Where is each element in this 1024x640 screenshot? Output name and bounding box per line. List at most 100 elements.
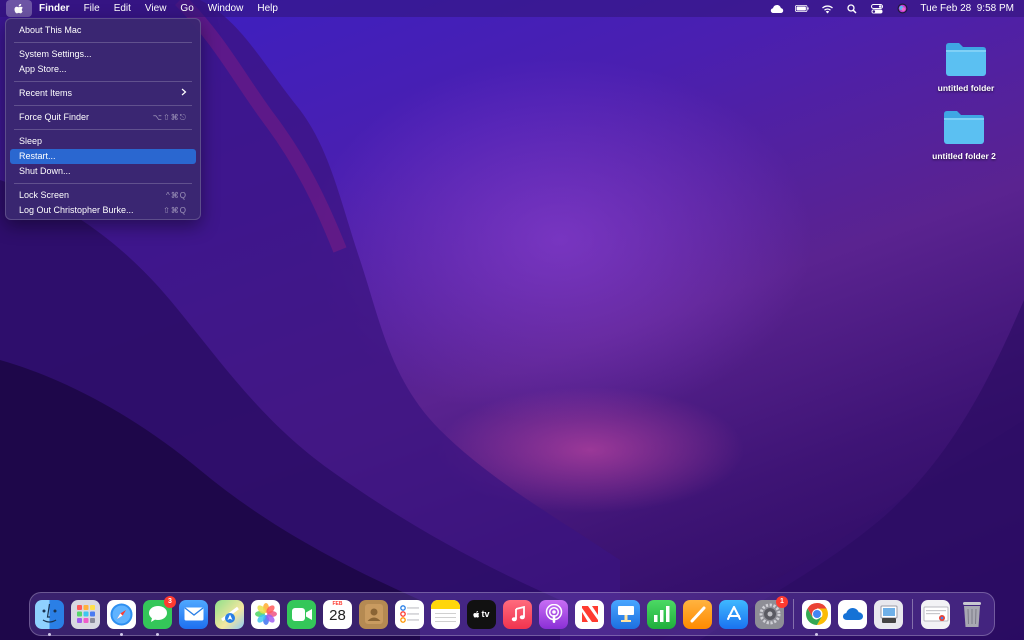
siri-icon[interactable] xyxy=(895,3,909,15)
dock-launchpad[interactable] xyxy=(71,599,100,629)
running-indicator xyxy=(156,632,159,636)
menu-edit[interactable]: Edit xyxy=(107,0,138,17)
dock-google-chrome[interactable] xyxy=(802,599,831,636)
menu-item-label: App Store... xyxy=(19,64,67,74)
menu-force-quit[interactable]: Force Quit Finder ⌥⇧⌘⎋ xyxy=(10,110,196,125)
shortcut-label: ⌥⇧⌘⎋ xyxy=(152,113,187,122)
video-camera-icon xyxy=(291,607,312,621)
apple-menu-dropdown: About This Mac System Settings... App St… xyxy=(5,18,201,220)
menu-file[interactable]: File xyxy=(77,0,107,17)
menu-app-name[interactable]: Finder xyxy=(32,0,77,17)
dock-facetime[interactable] xyxy=(287,599,316,629)
dock-system-settings[interactable]: 1 xyxy=(755,595,788,629)
menu-shut-down[interactable]: Shut Down... xyxy=(10,164,196,179)
podium-icon xyxy=(617,606,634,622)
dock-reminders[interactable] xyxy=(395,599,424,629)
menu-about-this-mac[interactable]: About This Mac xyxy=(10,23,196,38)
app-store-a-icon xyxy=(726,606,741,620)
calendar-day: 28 xyxy=(329,606,346,624)
spotlight-search-icon[interactable] xyxy=(845,3,859,15)
menu-window[interactable]: Window xyxy=(201,0,251,17)
menu-recent-items[interactable]: Recent Items xyxy=(10,86,196,101)
menu-log-out[interactable]: Log Out Christopher Burke... ⇧⌘Q xyxy=(10,203,196,218)
chevron-right-icon xyxy=(181,86,187,101)
dock-music[interactable] xyxy=(503,599,532,629)
trash-icon xyxy=(962,602,981,627)
menu-app-store[interactable]: App Store... xyxy=(10,62,196,77)
tv-label: tv xyxy=(481,609,490,619)
dock-apple-tv[interactable]: tv xyxy=(467,599,496,629)
wifi-icon[interactable] xyxy=(820,3,834,15)
notepad-icon xyxy=(431,599,460,622)
desktop-folder-untitled-2[interactable]: untitled folder 2 xyxy=(924,108,1004,161)
bar-chart-icon xyxy=(653,606,669,622)
menu-help[interactable]: Help xyxy=(250,0,285,17)
menu-item-label: System Settings... xyxy=(19,49,92,59)
creative-cloud-icon[interactable] xyxy=(770,3,784,15)
photos-flower-icon xyxy=(254,603,277,625)
folder-icon xyxy=(944,111,984,144)
menu-separator xyxy=(14,42,192,43)
dock-divider xyxy=(793,599,794,629)
menu-item-label: About This Mac xyxy=(19,25,82,35)
menu-bar: Finder File Edit View Go Window Help Tue… xyxy=(0,0,1024,17)
folder-label: untitled folder 2 xyxy=(932,151,996,161)
cloud-icon xyxy=(842,608,863,620)
dock-downloads-stack[interactable] xyxy=(921,599,950,629)
control-center-icon[interactable] xyxy=(870,3,884,15)
contact-card-icon xyxy=(364,604,383,624)
dock-safari[interactable] xyxy=(107,599,136,636)
menu-separator xyxy=(14,105,192,106)
folder-label: untitled folder xyxy=(937,83,995,93)
menu-item-label: Restart... xyxy=(19,151,56,161)
dock-calendar[interactable]: FEB 28 xyxy=(323,599,352,629)
dock-pages[interactable] xyxy=(683,599,712,629)
running-indicator xyxy=(120,632,123,636)
status-area: Tue Feb 28 9:58 PM xyxy=(770,0,1014,17)
dock-podcasts[interactable] xyxy=(539,599,568,629)
menu-item-label: Lock Screen xyxy=(19,190,70,200)
shortcut-label: ⇧⌘Q xyxy=(163,206,187,215)
dock-app-store[interactable] xyxy=(719,599,748,629)
menu-view[interactable]: View xyxy=(138,0,174,17)
battery-icon[interactable] xyxy=(795,3,810,15)
dock: 3 FEB 28 tv 1 xyxy=(29,592,995,636)
dock-notes[interactable] xyxy=(431,599,460,629)
menu-lock-screen[interactable]: Lock Screen ^⌘Q xyxy=(10,188,196,203)
menu-go[interactable]: Go xyxy=(173,0,200,17)
menu-system-settings[interactable]: System Settings... xyxy=(10,47,196,62)
podcast-antenna-icon xyxy=(545,604,562,623)
dock-contacts[interactable] xyxy=(359,599,388,629)
running-indicator xyxy=(815,632,818,636)
news-icon xyxy=(581,606,598,622)
dock-trash[interactable] xyxy=(957,600,986,629)
menu-sleep[interactable]: Sleep xyxy=(10,134,196,149)
dock-finder[interactable] xyxy=(35,599,64,636)
dock-photos[interactable] xyxy=(251,599,280,629)
menu-clock[interactable]: Tue Feb 28 9:58 PM xyxy=(920,3,1014,14)
menu-item-label: Recent Items xyxy=(19,88,73,98)
music-note-icon xyxy=(511,606,525,622)
menu-separator xyxy=(14,183,192,184)
dock-preview[interactable] xyxy=(874,599,903,629)
desktop-folder-untitled[interactable]: untitled folder xyxy=(926,40,1006,93)
apple-menu-icon[interactable] xyxy=(6,0,32,17)
menu-item-label: Log Out Christopher Burke... xyxy=(19,205,134,215)
menu-restart[interactable]: Restart... xyxy=(10,149,196,164)
speech-bubble-icon xyxy=(148,606,167,622)
menu-separator xyxy=(14,81,192,82)
dock-news[interactable] xyxy=(575,599,604,629)
dock-maps[interactable] xyxy=(215,599,244,629)
dock-messages[interactable]: 3 xyxy=(143,595,176,636)
menu-item-label: Sleep xyxy=(19,136,43,146)
dock-onedrive[interactable] xyxy=(838,599,867,629)
compass-icon xyxy=(110,603,133,625)
menu-item-label: Shut Down... xyxy=(19,166,71,176)
dock-mail[interactable] xyxy=(179,599,208,629)
dock-keynote[interactable] xyxy=(611,599,640,629)
menu-item-label: Force Quit Finder xyxy=(19,112,90,122)
dock-divider xyxy=(912,599,913,629)
envelope-icon xyxy=(184,607,203,621)
dock-numbers[interactable] xyxy=(647,599,676,629)
pen-nib-icon xyxy=(690,606,705,623)
